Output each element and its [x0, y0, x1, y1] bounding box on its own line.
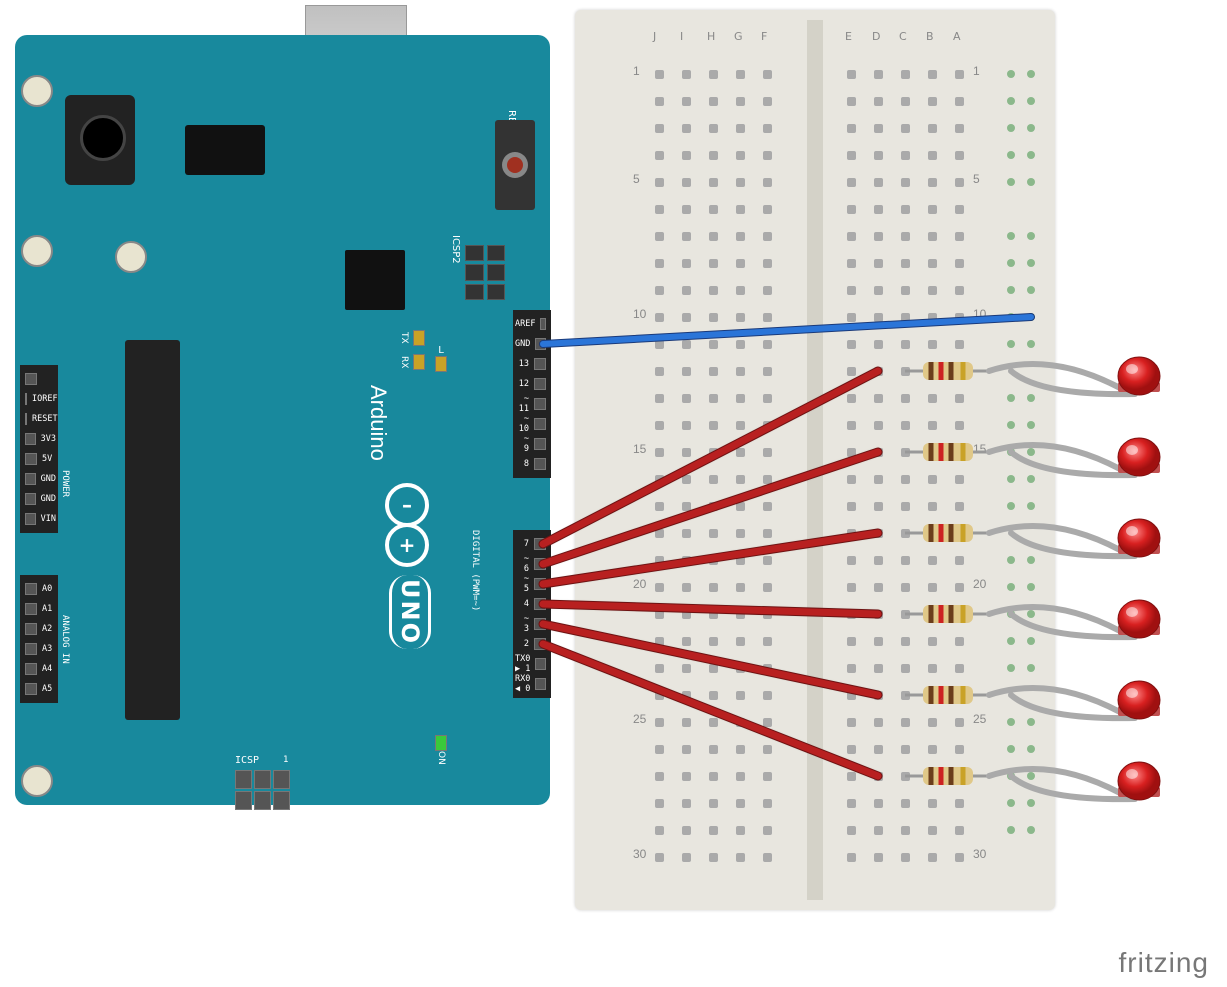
arduino-pcb: RESET ICSP2 TX RX L ON Arduino – + UNO — [15, 35, 550, 805]
reset-button[interactable] — [502, 152, 528, 178]
analog-group-label: ANALOG IN — [60, 615, 70, 664]
arduino-brand-text: Arduino — [365, 385, 391, 461]
voltage-regulator — [185, 125, 265, 175]
mounting-hole — [115, 241, 147, 273]
digital-upper-header: AREFGND1312~ 11~ 10~ 98 — [513, 310, 551, 478]
tx-label: TX — [399, 332, 409, 344]
mounting-hole — [21, 235, 53, 267]
atmega16u2-chip — [345, 250, 405, 310]
uno-model-text: UNO — [389, 575, 431, 649]
tx-rx-leds: TX RX — [399, 330, 425, 370]
analog-header: A0A1A2A3A4A5 — [20, 575, 58, 703]
fritzing-watermark: fritzing — [1119, 947, 1209, 979]
icsp2-header — [465, 245, 505, 300]
l-led: L — [435, 345, 447, 372]
breadboard-gutter — [807, 20, 823, 900]
mounting-hole — [21, 75, 53, 107]
icsp-label: ICSP — [235, 755, 259, 766]
breadboard: 115510101515202025253030JIHGFEDCBA — [575, 10, 1055, 910]
barrel-jack — [65, 95, 135, 185]
arduino-uno: RESET ICSP2 TX RX L ON Arduino – + UNO — [15, 5, 550, 805]
mounting-hole — [21, 765, 53, 797]
rx-label: RX — [399, 356, 409, 368]
power-header: IOREFRESET3V35VGNDGNDVIN — [20, 365, 58, 533]
icsp-pin1-label: 1 — [283, 755, 288, 765]
circuit-diagram: https://microdigisoft.com - 11:26 am RES… — [0, 0, 1227, 987]
digital-group-label: DIGITAL (PWM=~) — [470, 530, 480, 611]
icsp2-label: ICSP2 — [450, 235, 461, 264]
digital-lower-header: 7~ 6~ 54~ 32TX0 ▶ 1RX0 ◀ 0 — [513, 530, 551, 698]
atmega-chip — [125, 340, 180, 720]
icsp-header — [235, 770, 290, 810]
arduino-logo-icon: – + — [385, 485, 429, 565]
power-group-label: POWER — [60, 470, 70, 497]
on-led: ON — [435, 735, 447, 765]
reset-button-housing — [495, 120, 535, 210]
